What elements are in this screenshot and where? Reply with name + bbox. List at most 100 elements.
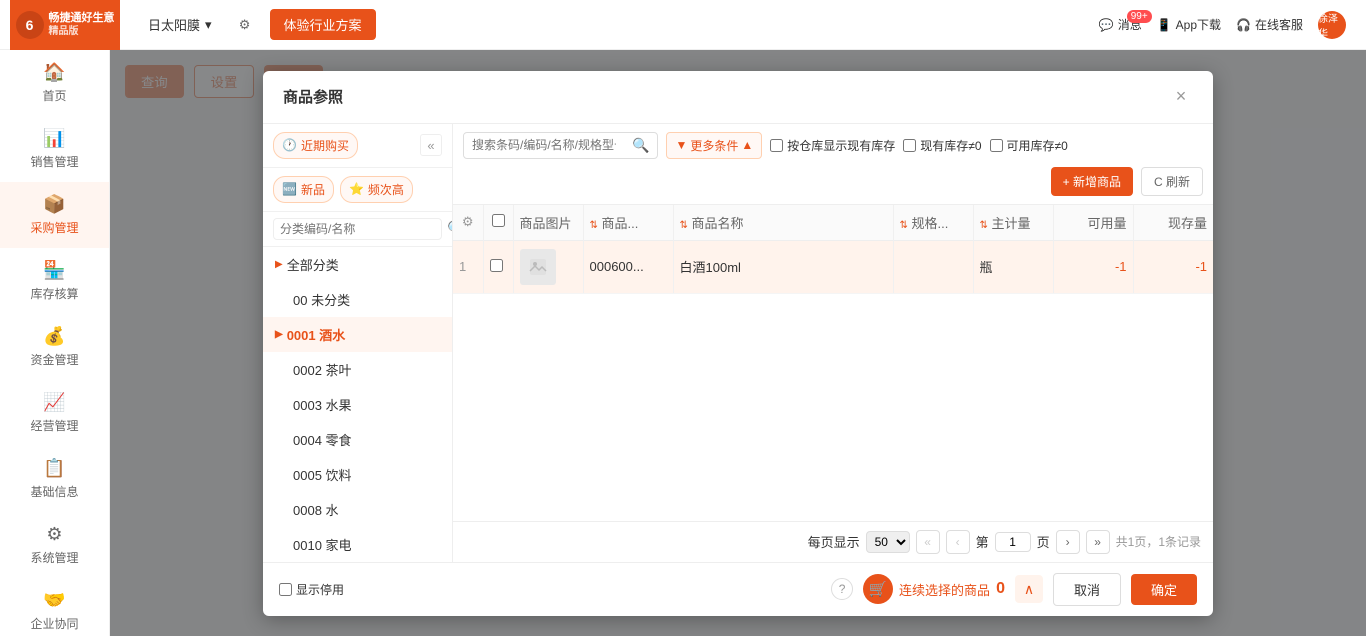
total-info: 共1页，1条记录 xyxy=(1116,533,1201,550)
show-disabled-checkbox-group[interactable]: 显示停用 xyxy=(279,581,344,598)
system-icon: ⚙ xyxy=(46,524,62,545)
user-item[interactable]: 徐泽华 xyxy=(1318,11,1346,39)
col-spec[interactable]: ⇅ 规格... xyxy=(893,205,973,241)
more-filter-button[interactable]: ▼ 更多条件 ▲ xyxy=(666,132,762,159)
new-product-btn[interactable]: 🆕 新品 xyxy=(273,176,334,203)
sidebar-item-basic-info[interactable]: 📋 基础信息 xyxy=(0,446,109,512)
content-area: 查询 设置 刷新 商品参照 × 🕐 xyxy=(110,50,1366,636)
cancel-button[interactable]: 取消 xyxy=(1053,573,1121,606)
help-icon[interactable]: ? xyxy=(831,578,853,600)
recent-purchase-btn[interactable]: 🕐 近期购买 xyxy=(273,132,358,159)
col-unit[interactable]: ⇅ 主计量 xyxy=(973,205,1053,241)
prev-page-button[interactable]: ‹ xyxy=(946,530,970,554)
row-spec xyxy=(893,240,973,293)
gear-icon: ⚙ xyxy=(239,17,251,33)
col-select-all[interactable] xyxy=(483,205,513,241)
product-search-input[interactable] xyxy=(464,134,624,156)
online-service-item[interactable]: 🎧 在线客服 xyxy=(1236,16,1303,33)
product-ref-modal: 商品参照 × 🕐 近期购买 « xyxy=(263,71,1213,616)
avail-ne-checkbox-group[interactable]: 可用库存≠0 xyxy=(990,137,1068,154)
product-search-box: 🔍 xyxy=(463,132,658,159)
first-page-button[interactable]: « xyxy=(916,530,940,554)
enterprise-icon: 🤝 xyxy=(43,590,65,611)
finance-icon: 💰 xyxy=(43,326,65,347)
sidebar-item-purchase[interactable]: 📦 采购管理 xyxy=(0,182,109,248)
sidebar-item-system[interactable]: ⚙ 系统管理 xyxy=(0,512,109,578)
frequent-btn[interactable]: ⭐ 频次高 xyxy=(340,176,413,203)
message-item[interactable]: 💬 消息 99+ xyxy=(1099,16,1142,33)
avatar: 徐泽华 xyxy=(1318,11,1346,39)
inventory-icon: 🏪 xyxy=(43,260,65,281)
modal-body: 🕐 近期购买 « 🆕 新品 ⭐ 频次 xyxy=(263,124,1213,562)
category-list: ▶ 全部分类 00 未分类 ▶ 0001 酒水 xyxy=(263,247,452,562)
page-size-select[interactable]: 50 xyxy=(866,531,910,553)
gear-button[interactable]: ⚙ xyxy=(230,10,260,40)
sidebar-item-sales[interactable]: 📊 销售管理 xyxy=(0,116,109,182)
trial-button[interactable]: 体验行业方案 xyxy=(270,9,376,40)
cat-0001[interactable]: ▶ 0001 酒水 xyxy=(263,317,452,352)
cat-00[interactable]: 00 未分类 xyxy=(263,282,452,317)
table-row[interactable]: 1 xyxy=(453,240,1213,293)
new-icon: 🆕 xyxy=(282,182,297,196)
message-badge: 99+ xyxy=(1127,10,1152,23)
product-panel: 🔍 ▼ 更多条件 ▲ 按仓库显示现有库存 xyxy=(453,124,1213,562)
cat-0008[interactable]: 0008 水 xyxy=(263,492,452,527)
headset-icon: 🎧 xyxy=(1236,18,1251,32)
cart-collapse-button[interactable]: ∧ xyxy=(1015,575,1043,603)
row-checkbox[interactable] xyxy=(490,259,503,272)
filter-up-icon: ▲ xyxy=(741,138,753,152)
cat-0003[interactable]: 0003 水果 xyxy=(263,387,452,422)
operations-icon: 📈 xyxy=(43,392,65,413)
cat-0010[interactable]: 0010 家电 xyxy=(263,527,452,562)
cat-0002[interactable]: 0002 茶叶 xyxy=(263,352,452,387)
stock-ne-checkbox-group[interactable]: 现有库存≠0 xyxy=(903,137,981,154)
cart-area: 🛒 连续选择的商品 0 xyxy=(863,574,1005,604)
cat-0005[interactable]: 0005 饮料 xyxy=(263,457,452,492)
last-page-button[interactable]: » xyxy=(1086,530,1110,554)
row-code: 000600... xyxy=(583,240,673,293)
top-nav: 6 畅捷通好生意 精品版 日太阳膜 ▾ ⚙ 体验行业方案 💬 消息 99+ 📱 … xyxy=(0,0,1366,50)
store-selector[interactable]: 日太阳膜 ▾ xyxy=(140,11,220,38)
cat-collapse-button[interactable]: « xyxy=(420,134,442,156)
nav-right: 💬 消息 99+ 📱 App下载 🎧 在线客服 徐泽华 xyxy=(1099,11,1356,39)
modal-title: 商品参照 xyxy=(283,86,343,107)
logo: 6 畅捷通好生意 精品版 xyxy=(10,0,120,50)
product-search-button[interactable]: 🔍 xyxy=(624,133,657,158)
warehouse-stock-checkbox[interactable] xyxy=(770,139,783,152)
show-disabled-checkbox[interactable] xyxy=(279,583,292,596)
col-settings[interactable]: ⚙ xyxy=(453,205,483,241)
sidebar-item-enterprise[interactable]: 🤝 企业协同 xyxy=(0,578,109,636)
sort-unit-icon: ⇅ xyxy=(980,220,988,231)
sidebar-item-inventory[interactable]: 🏪 库存核算 xyxy=(0,248,109,314)
category-search-area: 🔍 xyxy=(263,212,452,247)
row-unit: 瓶 xyxy=(973,240,1053,293)
confirm-button[interactable]: 确定 xyxy=(1131,574,1197,605)
col-name[interactable]: ⇅ 商品名称 xyxy=(673,205,893,241)
sort-name-icon: ⇅ xyxy=(680,220,688,231)
avail-ne-checkbox[interactable] xyxy=(990,139,1003,152)
cat-arrow-0001: ▶ xyxy=(275,329,283,340)
row-name: 白酒100ml xyxy=(673,240,893,293)
row-checkbox-cell[interactable] xyxy=(483,240,513,293)
col-code[interactable]: ⇅ 商品... xyxy=(583,205,673,241)
page-input[interactable] xyxy=(995,532,1031,552)
next-page-button[interactable]: › xyxy=(1056,530,1080,554)
cat-0004[interactable]: 0004 零食 xyxy=(263,422,452,457)
cat-all[interactable]: ▶ 全部分类 xyxy=(263,247,452,282)
modal-close-button[interactable]: × xyxy=(1169,85,1193,109)
row-image-cell xyxy=(513,240,583,293)
category-search-input[interactable] xyxy=(273,218,442,240)
select-all-checkbox[interactable] xyxy=(492,214,505,227)
warehouse-stock-checkbox-group[interactable]: 按仓库显示现有库存 xyxy=(770,137,895,154)
stock-ne-checkbox[interactable] xyxy=(903,139,916,152)
row-stock: -1 xyxy=(1133,240,1213,293)
add-product-button[interactable]: + 新增商品 xyxy=(1051,167,1133,196)
refresh-button[interactable]: C 刷新 xyxy=(1141,167,1203,196)
product-table-wrap: ⚙ 商品图片 xyxy=(453,205,1213,521)
sidebar-item-finance[interactable]: 💰 资金管理 xyxy=(0,314,109,380)
clock-icon: 🕐 xyxy=(282,138,297,152)
app-download-item[interactable]: 📱 App下载 xyxy=(1157,16,1221,33)
home-icon: 🏠 xyxy=(43,62,65,83)
sidebar-item-operations[interactable]: 📈 经营管理 xyxy=(0,380,109,446)
sidebar-item-home[interactable]: 🏠 首页 xyxy=(0,50,109,116)
